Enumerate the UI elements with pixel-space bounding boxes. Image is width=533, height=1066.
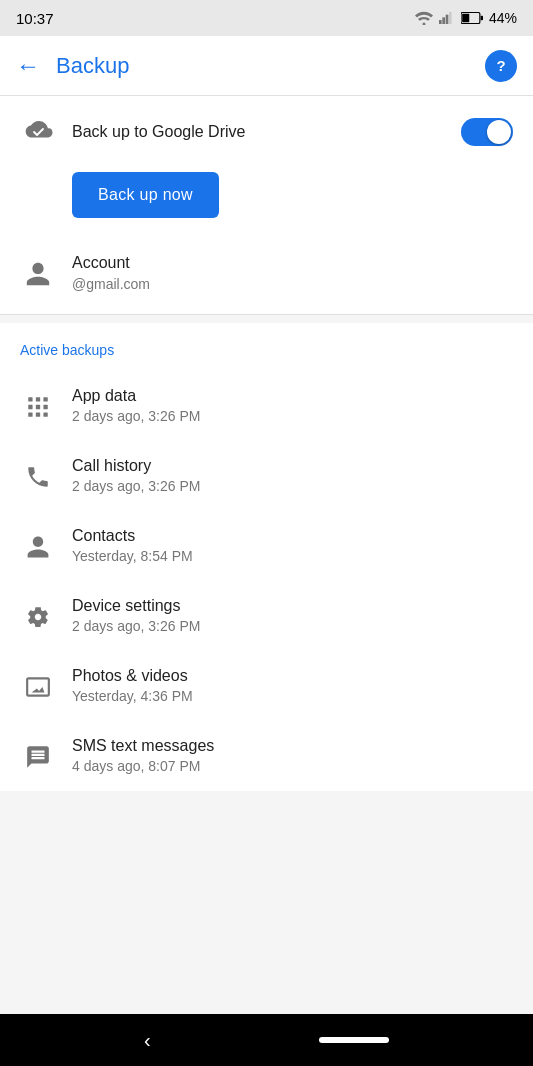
status-time: 10:37 [16, 10, 54, 27]
list-item[interactable]: App data 2 days ago, 3:26 PM [0, 371, 533, 441]
svg-rect-1 [439, 20, 442, 24]
app-data-title: App data [72, 387, 200, 405]
svg-rect-6 [481, 16, 483, 21]
main-content: Back up to Google Drive Back up now Acco… [0, 96, 533, 315]
svg-rect-15 [36, 412, 40, 416]
list-item[interactable]: SMS text messages 4 days ago, 8:07 PM [0, 721, 533, 791]
svg-rect-14 [28, 412, 32, 416]
photos-icon [20, 669, 56, 705]
backup-items-list: App data 2 days ago, 3:26 PM Call histor… [0, 371, 533, 791]
call-history-title: Call history [72, 457, 200, 475]
list-item[interactable]: Call history 2 days ago, 3:26 PM [0, 441, 533, 511]
section-divider [0, 315, 533, 323]
list-item[interactable]: Photos & videos Yesterday, 4:36 PM [0, 651, 533, 721]
sms-title: SMS text messages [72, 737, 214, 755]
svg-rect-8 [28, 397, 32, 401]
svg-rect-11 [28, 405, 32, 409]
help-button[interactable]: ? [485, 50, 517, 82]
contacts-title: Contacts [72, 527, 193, 545]
home-nav-pill[interactable] [319, 1037, 389, 1043]
page-title: Backup [56, 53, 485, 79]
device-settings-info: Device settings 2 days ago, 3:26 PM [72, 597, 200, 634]
app-data-icon [20, 389, 56, 425]
account-email: @gmail.com [72, 276, 150, 292]
list-item[interactable]: Device settings 2 days ago, 3:26 PM [0, 581, 533, 651]
wifi-icon [415, 11, 433, 25]
contacts-subtitle: Yesterday, 8:54 PM [72, 548, 193, 564]
backup-btn-container: Back up now [0, 168, 533, 240]
contacts-info: Contacts Yesterday, 8:54 PM [72, 527, 193, 564]
account-info: Account @gmail.com [72, 254, 150, 292]
svg-rect-16 [43, 412, 47, 416]
active-backups-header: Active backups [0, 323, 533, 371]
svg-rect-10 [43, 397, 47, 401]
account-icon [20, 256, 56, 292]
app-data-info: App data 2 days ago, 3:26 PM [72, 387, 200, 424]
bottom-nav-bar: ‹ [0, 1014, 533, 1066]
sms-icon [20, 739, 56, 775]
account-row: Account @gmail.com [0, 240, 533, 315]
battery-percent: 44% [489, 10, 517, 26]
call-history-icon [20, 459, 56, 495]
sms-info: SMS text messages 4 days ago, 8:07 PM [72, 737, 214, 774]
drive-backup-toggle[interactable] [461, 118, 513, 146]
drive-icon [20, 114, 56, 150]
device-settings-title: Device settings [72, 597, 200, 615]
list-item[interactable]: Contacts Yesterday, 8:54 PM [0, 511, 533, 581]
app-data-subtitle: 2 days ago, 3:26 PM [72, 408, 200, 424]
nav-bar: ← Backup ? [0, 36, 533, 96]
photos-info: Photos & videos Yesterday, 4:36 PM [72, 667, 193, 704]
call-history-subtitle: 2 days ago, 3:26 PM [72, 478, 200, 494]
active-backups-label: Active backups [20, 342, 114, 358]
svg-rect-3 [446, 15, 449, 24]
svg-rect-12 [36, 405, 40, 409]
status-bar: 10:37 44% [0, 0, 533, 36]
signal-icon [439, 11, 455, 25]
backup-now-button[interactable]: Back up now [72, 172, 219, 218]
sms-subtitle: 4 days ago, 8:07 PM [72, 758, 214, 774]
svg-point-0 [422, 23, 425, 26]
device-settings-subtitle: 2 days ago, 3:26 PM [72, 618, 200, 634]
svg-rect-13 [43, 405, 47, 409]
svg-rect-7 [462, 14, 469, 23]
call-history-info: Call history 2 days ago, 3:26 PM [72, 457, 200, 494]
back-nav-button[interactable]: ‹ [144, 1029, 151, 1052]
battery-icon [461, 12, 483, 24]
svg-rect-2 [442, 17, 445, 24]
photos-subtitle: Yesterday, 4:36 PM [72, 688, 193, 704]
device-settings-icon [20, 599, 56, 635]
back-button[interactable]: ← [16, 52, 40, 80]
svg-rect-9 [36, 397, 40, 401]
toggle-knob [487, 120, 511, 144]
svg-rect-4 [449, 12, 452, 24]
contacts-icon [20, 529, 56, 565]
photos-title: Photos & videos [72, 667, 193, 685]
status-icons: 44% [415, 10, 517, 26]
drive-backup-label: Back up to Google Drive [72, 123, 445, 141]
drive-backup-row: Back up to Google Drive [0, 96, 533, 168]
account-title: Account [72, 254, 150, 272]
